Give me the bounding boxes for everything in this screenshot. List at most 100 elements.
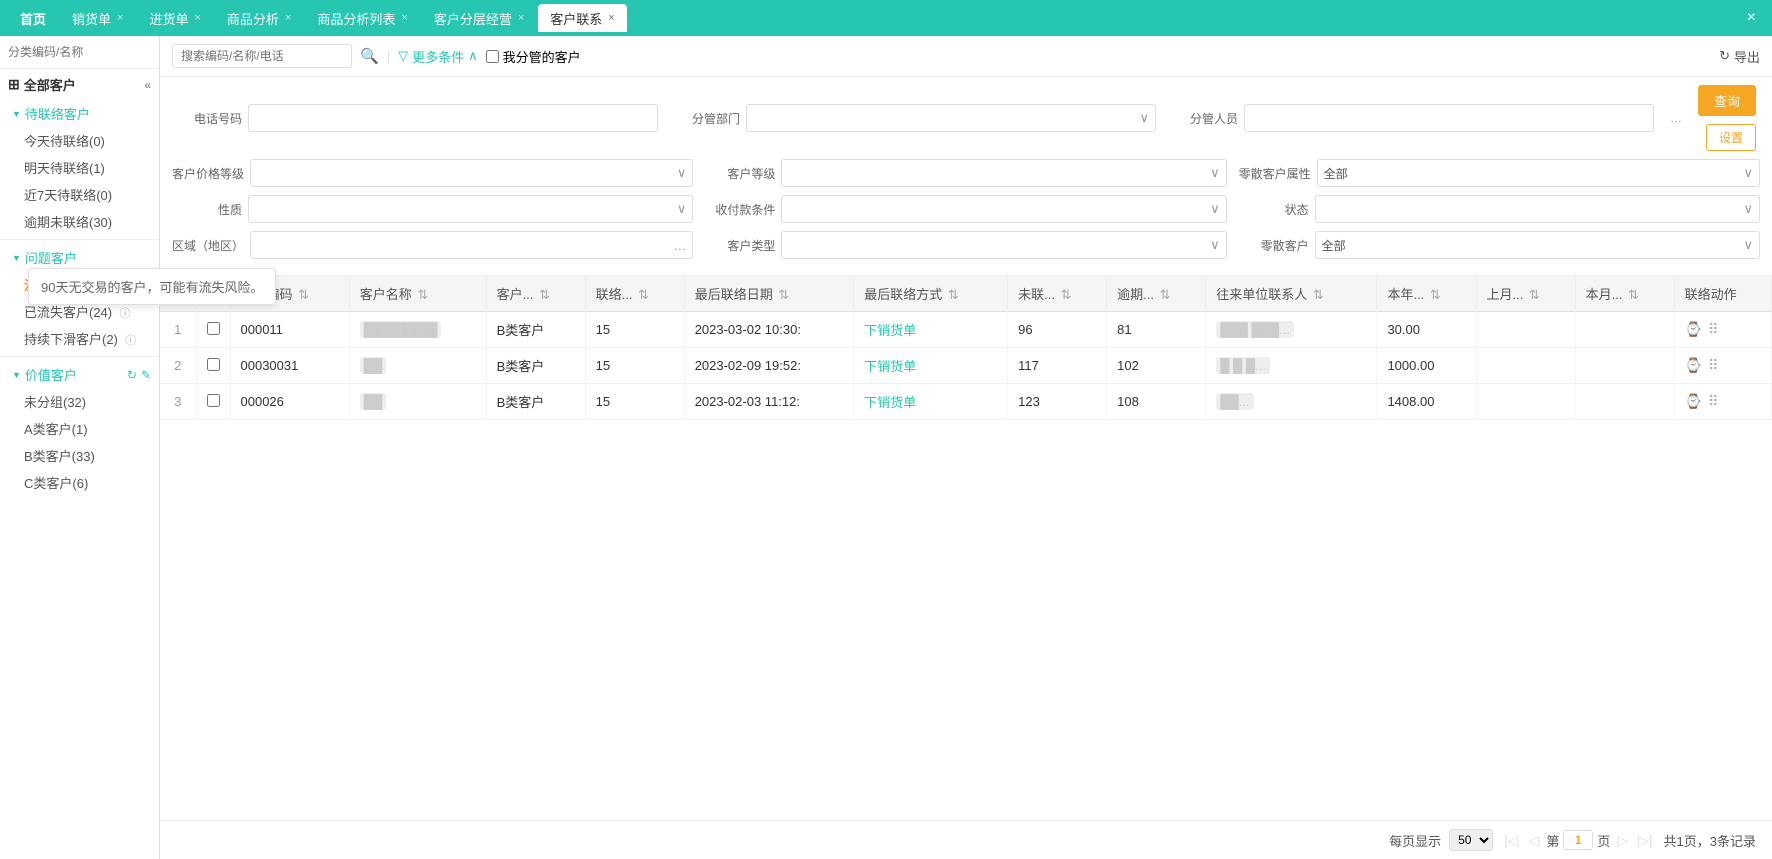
col-contact[interactable]: 联络... ⇅: [585, 276, 684, 312]
tab-customer-contact-close[interactable]: ×: [608, 12, 614, 24]
per-page-select[interactable]: 50: [1449, 829, 1493, 851]
zero-customer-select[interactable]: 全部 ∨: [1315, 231, 1760, 259]
row-checkbox-3[interactable]: [196, 384, 230, 420]
row-2-name-blurred: ██: [360, 357, 386, 374]
tab-sales[interactable]: 销货单 ×: [60, 4, 135, 32]
adv-filter-row-1: 电话号码 分管部门 ∨ 分管人员 …: [172, 85, 1760, 151]
row-2-contact-icon[interactable]: ⌚: [1685, 357, 1702, 374]
tab-sales-close[interactable]: ×: [117, 12, 123, 24]
sidebar-item-ungrouped[interactable]: 未分组(32): [0, 388, 159, 415]
my-customers-check[interactable]: [486, 50, 499, 63]
sidebar-search-area: 🔍: [0, 36, 159, 69]
sidebar-item-today-pending[interactable]: 今天待联络(0): [0, 127, 159, 154]
filter-search-icon[interactable]: 🔍: [360, 47, 379, 65]
export-btn[interactable]: ↻ 导出: [1719, 47, 1760, 66]
sidebar-group-problem-customers[interactable]: ▼ 问题客户: [0, 244, 159, 271]
edit-icon[interactable]: ✎: [141, 368, 151, 382]
tab-goods-analysis-list[interactable]: 商品分析列表 ×: [305, 4, 419, 32]
col-overdue[interactable]: 逾期... ⇅: [1107, 276, 1206, 312]
row-2-more-icon[interactable]: ⠿: [1708, 357, 1718, 374]
all-customers-label: 全部客户: [24, 75, 76, 94]
collapse-icon[interactable]: «: [144, 78, 151, 92]
sidebar-item-week-pending[interactable]: 近7天待联络(0): [0, 181, 159, 208]
row-3-more-icon[interactable]: ⠿: [1708, 393, 1718, 410]
sidebar-search-input[interactable]: [8, 45, 160, 59]
my-customers-checkbox[interactable]: 我分管的客户: [486, 47, 581, 66]
col-this-month[interactable]: 本月... ⇅: [1575, 276, 1674, 312]
row-1-contact-icon[interactable]: ⌚: [1685, 321, 1702, 338]
prev-page-btn[interactable]: ◁: [1526, 832, 1543, 849]
sidebar-all-customers[interactable]: ⊞ 全部客户 «: [0, 69, 159, 100]
tab-customer-contact[interactable]: 客户联系 ×: [538, 4, 626, 32]
price-tier-select[interactable]: ∨: [250, 159, 693, 187]
sidebar-item-tomorrow-pending[interactable]: 明天待联络(1): [0, 154, 159, 181]
row-2-checkbox[interactable]: [207, 358, 220, 371]
more-conditions-btn[interactable]: ▽ 更多条件 ∧: [398, 47, 478, 66]
sidebar-item-type-a[interactable]: A类客户(1): [0, 415, 159, 442]
phone-input[interactable]: [248, 104, 658, 132]
close-all-tabs[interactable]: ×: [1739, 9, 1764, 27]
payment-field: 收付款条件 ∨: [705, 195, 1226, 223]
customer-tier-select[interactable]: ∨: [781, 159, 1226, 187]
col-last-month[interactable]: 上月... ⇅: [1476, 276, 1575, 312]
tab-goods-analysis-close[interactable]: ×: [285, 12, 291, 24]
row-1-more-icon[interactable]: ⠿: [1708, 321, 1718, 338]
row-2-last-method[interactable]: 下销货单: [854, 348, 1008, 384]
more-btn-1[interactable]: …: [1666, 111, 1686, 125]
phone-label: 电话号码: [172, 110, 242, 127]
zero-attr-select[interactable]: 全部 ∨: [1317, 159, 1760, 187]
col-last-date[interactable]: 最后联络日期 ⇅: [684, 276, 854, 312]
tab-purchase[interactable]: 进货单 ×: [137, 4, 212, 32]
filter-search-input[interactable]: [172, 44, 352, 68]
status-select[interactable]: ∨: [1315, 195, 1760, 223]
dept-select[interactable]: ∨: [746, 104, 1156, 132]
col-contact-person[interactable]: 往来单位联系人 ⇅: [1206, 276, 1377, 312]
row-1-last-method[interactable]: 下销货单: [854, 312, 1008, 348]
sidebar-group-pending-contact[interactable]: ▼ 待联络客户: [0, 100, 159, 127]
tab-goods-analysis-list-close[interactable]: ×: [401, 12, 407, 24]
sidebar-item-type-c[interactable]: C类客户(6): [0, 469, 159, 496]
row-3-contact-icon[interactable]: ⌚: [1685, 393, 1702, 410]
sort-icon-code: ⇅: [298, 287, 309, 302]
row-3-last-method[interactable]: 下销货单: [854, 384, 1008, 420]
sidebar-item-type-b[interactable]: B类客户(33): [0, 442, 159, 469]
row-2-method-link[interactable]: 下销货单: [864, 359, 916, 374]
sidebar-item-overdue[interactable]: 逾期未联络(30): [0, 208, 159, 235]
last-page-btn[interactable]: ▷|: [1635, 832, 1655, 849]
tab-goods-analysis[interactable]: 商品分析 ×: [215, 4, 303, 32]
col-name[interactable]: 客户名称 ⇅: [349, 276, 486, 312]
row-checkbox-1[interactable]: [196, 312, 230, 348]
col-type[interactable]: 客户... ⇅: [486, 276, 585, 312]
row-1-method-link[interactable]: 下销货单: [864, 323, 916, 338]
tab-customer-layer[interactable]: 客户分层经营 ×: [422, 4, 536, 32]
row-3-checkbox[interactable]: [207, 394, 220, 407]
tab-customer-layer-close[interactable]: ×: [518, 12, 524, 24]
sidebar-group-value-customers[interactable]: ▼ 价值客户 ↻ ✎: [0, 361, 159, 388]
price-tier-field: 客户价格等级 ∨: [172, 159, 693, 187]
query-button[interactable]: 查询: [1698, 85, 1756, 116]
row-checkbox-2[interactable]: [196, 348, 230, 384]
col-no-contact[interactable]: 未联... ⇅: [1008, 276, 1107, 312]
region-select[interactable]: …: [250, 231, 693, 259]
row-2-code: 00030031: [230, 348, 349, 384]
customer-type-label: 客户类型: [705, 237, 775, 254]
payment-select[interactable]: ∨: [781, 195, 1226, 223]
gender-select[interactable]: ∨: [248, 195, 693, 223]
customer-type-select[interactable]: ∨: [781, 231, 1226, 259]
row-3-person-blurred: ██...: [1216, 393, 1253, 410]
row-1-checkbox[interactable]: [207, 322, 220, 335]
settings-button[interactable]: 设置: [1706, 124, 1756, 151]
region-label: 区域（地区）: [172, 237, 244, 254]
next-page-btn[interactable]: ▷: [1614, 832, 1631, 849]
col-last-method[interactable]: 最后联络方式 ⇅: [854, 276, 1008, 312]
sidebar-item-declining[interactable]: 持续下滑客户(2) ⓘ: [0, 325, 159, 352]
col-this-year[interactable]: 本年... ⇅: [1377, 276, 1476, 312]
first-page-btn[interactable]: |◁: [1501, 832, 1521, 849]
manager-select[interactable]: [1244, 104, 1654, 132]
row-3-method-link[interactable]: 下销货单: [864, 395, 916, 410]
refresh-icon[interactable]: ↻: [127, 368, 137, 382]
tab-home[interactable]: 首页: [8, 4, 58, 32]
sort-icon-contact: ⇅: [638, 287, 649, 302]
current-page-num[interactable]: 1: [1563, 830, 1593, 850]
tab-purchase-close[interactable]: ×: [194, 12, 200, 24]
